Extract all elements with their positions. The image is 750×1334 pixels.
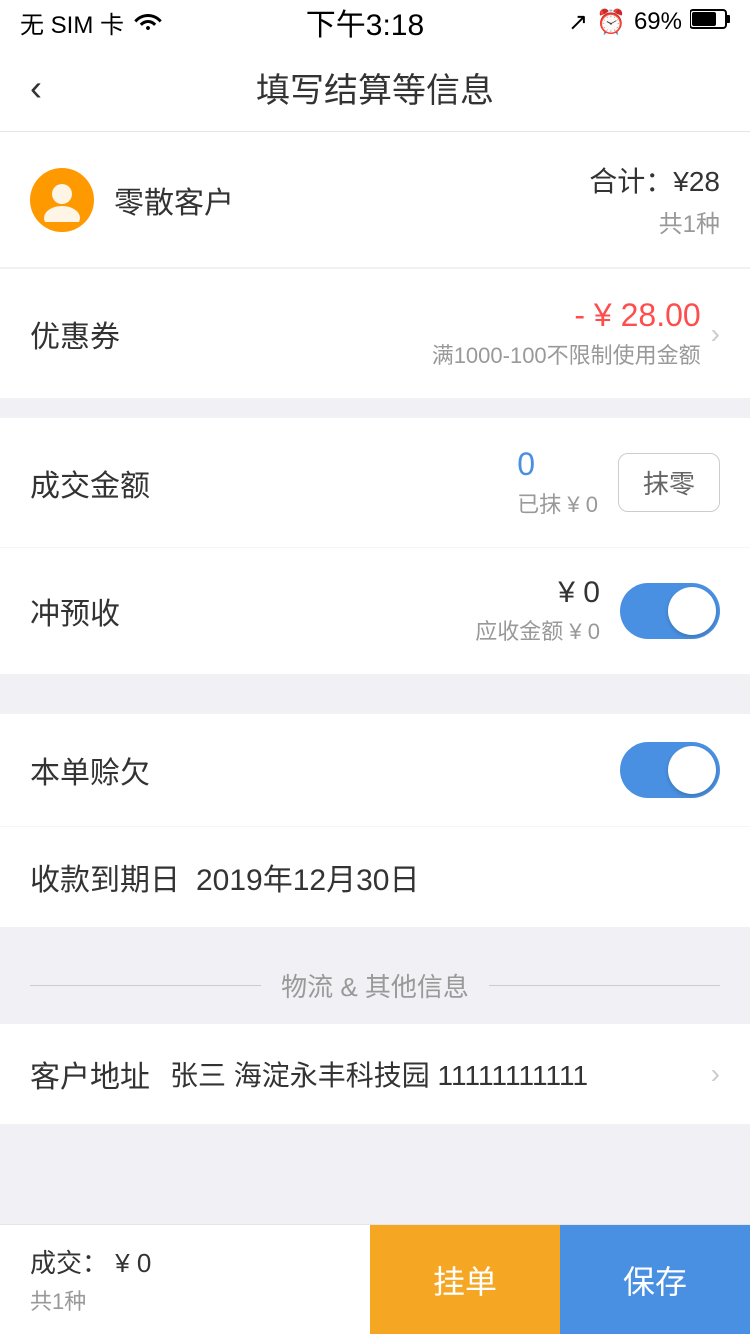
- battery-text: 69%: [634, 8, 682, 36]
- debt-label: 本单赊欠: [30, 748, 150, 792]
- divider-line-right: [489, 985, 720, 986]
- debt-toggle-knob: [668, 746, 716, 794]
- amount-value: 0: [517, 446, 598, 483]
- address-row[interactable]: 客户地址 张三 海淀永丰科技园 11111111111 ›: [0, 1024, 750, 1124]
- coupon-right: - ¥ 28.00 满1000-100不限制使用金额 ›: [432, 297, 720, 370]
- divider-line-left: [30, 985, 261, 986]
- content: 零散客户 合计：¥28 共1种 优惠券 - ¥ 28.00 满1000-100不…: [0, 132, 750, 1244]
- location-icon: ↗: [568, 8, 588, 37]
- bottom-trade: 成交： ¥ 0: [30, 1243, 340, 1280]
- bottom-bar: 成交： ¥ 0 共1种 挂单 保存: [0, 1224, 750, 1334]
- customer-section: 零散客户 合计：¥28 共1种: [0, 132, 750, 267]
- customer-right: 合计：¥28 共1种: [589, 160, 720, 239]
- prepay-amounts: ¥ 0 应收金额 ¥ 0: [475, 576, 600, 646]
- amount-right: 0 已抹 ¥ 0 抹零: [517, 446, 720, 519]
- debt-row: 本单赊欠: [0, 714, 750, 827]
- section-divider-1: [0, 694, 750, 714]
- total-amount: 合计：¥28: [589, 160, 720, 200]
- due-date-label: 收款到期日: [30, 855, 180, 899]
- prepay-sub-amount: 应收金额 ¥ 0: [475, 614, 600, 646]
- amount-sub: 已抹 ¥ 0: [517, 487, 598, 519]
- alarm-icon: ⏰: [596, 8, 626, 37]
- prepayment-toggle[interactable]: [620, 583, 720, 639]
- back-button[interactable]: ‹: [30, 67, 42, 109]
- trade-amount: ¥ 0: [115, 1248, 151, 1278]
- coupon-section[interactable]: 优惠券 - ¥ 28.00 满1000-100不限制使用金额 ›: [0, 269, 750, 398]
- address-label: 客户地址: [30, 1052, 150, 1096]
- debt-toggle[interactable]: [620, 742, 720, 798]
- logistics-divider: 物流 & 其他信息: [0, 947, 750, 1024]
- status-bar: 无 SIM 卡 下午3:18 ↗ ⏰ 69%: [0, 0, 750, 44]
- bottom-info: 成交： ¥ 0 共1种: [0, 1243, 370, 1316]
- battery-icon: [690, 8, 730, 37]
- status-right: ↗ ⏰ 69%: [568, 8, 730, 37]
- item-count: 共1种: [589, 204, 720, 239]
- prepay-main-amount: ¥ 0: [475, 576, 600, 610]
- nav-title: 填写结算等信息: [256, 63, 494, 112]
- amount-info: 0 已抹 ¥ 0: [517, 446, 598, 519]
- address-chevron-icon: ›: [711, 1058, 720, 1090]
- trade-label: 成交：: [30, 1248, 108, 1278]
- prepayment-label: 冲预收: [30, 589, 120, 633]
- debt-section: 本单赊欠 收款到期日 2019年12月30日: [0, 714, 750, 927]
- save-button[interactable]: 保存: [560, 1225, 750, 1334]
- coupon-amount: - ¥ 28.00: [432, 297, 701, 334]
- hold-button[interactable]: 挂单: [370, 1225, 560, 1334]
- due-date-value: 2019年12月30日: [196, 855, 419, 899]
- wifi-icon: [134, 8, 162, 37]
- coupon-desc: 满1000-100不限制使用金额: [432, 338, 701, 370]
- customer-name: 零散客户: [114, 178, 234, 222]
- logistics-label: 物流 & 其他信息: [281, 967, 469, 1004]
- address-value: 张三 海淀永丰科技园 11111111111: [170, 1054, 711, 1094]
- bottom-count: 共1种: [30, 1284, 340, 1316]
- status-left: 无 SIM 卡: [20, 5, 162, 40]
- avatar: [30, 168, 94, 232]
- coupon-chevron-icon: ›: [711, 318, 720, 350]
- round-off-button[interactable]: 抹零: [618, 453, 720, 512]
- prepayment-row: 冲预收 ¥ 0 应收金额 ¥ 0: [0, 548, 750, 674]
- prepay-right: ¥ 0 应收金额 ¥ 0: [475, 576, 720, 646]
- transaction-section: 成交金额 0 已抹 ¥ 0 抹零 冲预收 ¥ 0 应收金额 ¥ 0: [0, 418, 750, 674]
- status-time: 下午3:18: [306, 0, 424, 44]
- transaction-label: 成交金额: [30, 461, 150, 505]
- due-date-row: 收款到期日 2019年12月30日: [0, 827, 750, 927]
- carrier-text: 无 SIM 卡: [20, 5, 124, 40]
- coupon-label: 优惠券: [30, 312, 120, 356]
- transaction-amount-row: 成交金额 0 已抹 ¥ 0 抹零: [0, 418, 750, 548]
- nav-bar: ‹ 填写结算等信息: [0, 44, 750, 132]
- toggle-knob: [668, 587, 716, 635]
- customer-left: 零散客户: [30, 168, 234, 232]
